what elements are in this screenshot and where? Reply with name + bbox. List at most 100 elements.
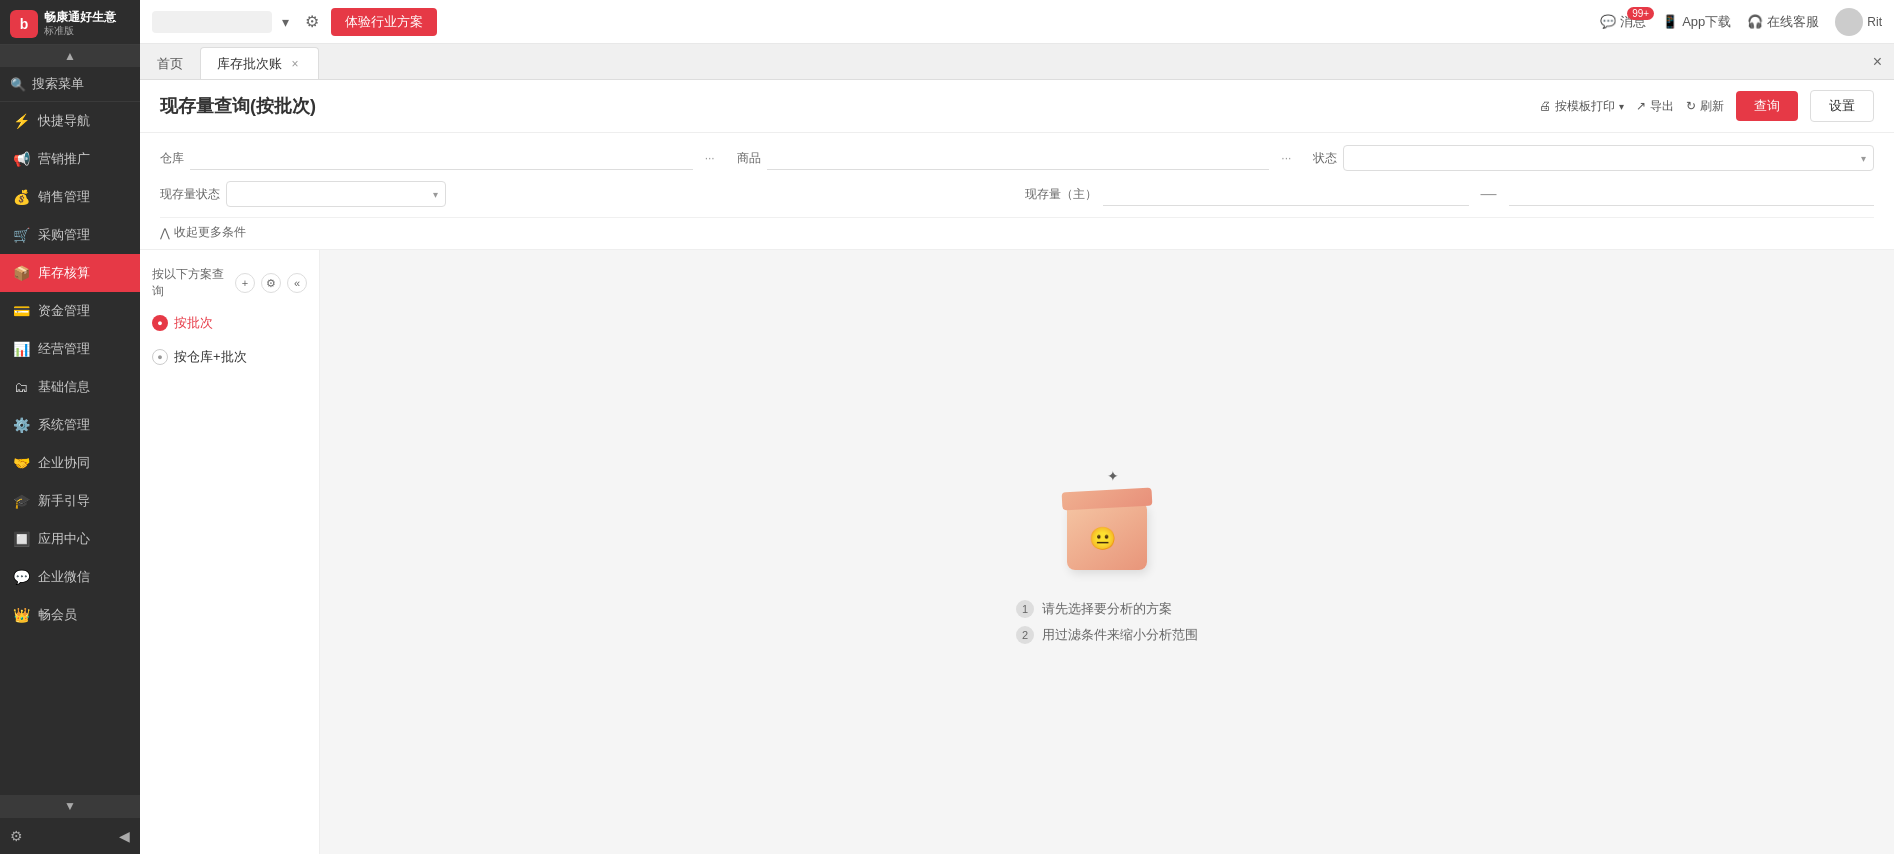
- sidebar-item-appstore[interactable]: 🔲 应用中心: [0, 520, 140, 558]
- sidebar-item-label-finance: 资金管理: [38, 302, 90, 320]
- marketing-icon: 📢: [12, 150, 30, 168]
- messages-btn[interactable]: 💬 消息 99+: [1600, 13, 1646, 31]
- inventory-qty-label: 现存量（主）: [1025, 186, 1097, 203]
- finance-icon: 💳: [12, 302, 30, 320]
- warehouse-input[interactable]: [190, 147, 693, 170]
- user-avatar-area[interactable]: Rit: [1835, 8, 1882, 36]
- sidebar-item-system[interactable]: ⚙️ 系统管理: [0, 406, 140, 444]
- inv-status-select-wrapper: ▾: [226, 181, 446, 207]
- sidebar-item-inventory[interactable]: 📦 库存核算: [0, 254, 140, 292]
- status-label: 状态: [1313, 150, 1337, 167]
- sidebar-title-block: 畅康通好生意 标准版: [44, 10, 116, 38]
- breadcrumb-dropdown-btn[interactable]: ▾: [278, 12, 293, 32]
- sidebar-item-label-operation: 经营管理: [38, 340, 90, 358]
- inv-status-select[interactable]: [226, 181, 446, 207]
- goods-label: 商品: [737, 150, 761, 167]
- body-area: 按以下方案查询 + ⚙ « ● 按批次 ● 按仓库+批次: [140, 250, 1894, 854]
- scheme-label-by-batch: 按批次: [174, 314, 213, 332]
- export-btn[interactable]: ↗ 导出: [1636, 98, 1674, 115]
- scheme-item-by-batch[interactable]: ● 按批次: [140, 306, 319, 340]
- tab-close-btn[interactable]: ×: [288, 57, 302, 71]
- sidebar-item-member[interactable]: 👑 畅会员: [0, 596, 140, 634]
- online-service-btn[interactable]: 🎧 在线客服: [1747, 13, 1819, 31]
- settings-btn[interactable]: 设置: [1810, 90, 1874, 122]
- tip-num-2: 2: [1016, 626, 1034, 644]
- refresh-btn[interactable]: ↻ 刷新: [1686, 98, 1724, 115]
- tab-home[interactable]: 首页: [140, 47, 200, 79]
- search-icon: 🔍: [10, 77, 26, 92]
- sidebar-item-sales[interactable]: 💰 销售管理: [0, 178, 140, 216]
- inventory-qty-from[interactable]: [1103, 183, 1469, 206]
- scheme-list: ● 按批次 ● 按仓库+批次: [140, 306, 319, 374]
- sidebar-search-item[interactable]: 🔍 搜索菜单: [0, 67, 140, 102]
- sidebar-item-basic[interactable]: 🗂 基础信息: [0, 368, 140, 406]
- status-select[interactable]: [1343, 145, 1874, 171]
- sidebar-item-label-purchase: 采购管理: [38, 226, 90, 244]
- add-scheme-btn[interactable]: +: [235, 273, 255, 293]
- sidebar-item-label-member: 畅会员: [38, 606, 77, 624]
- appstore-icon: 🔲: [12, 530, 30, 548]
- content-area: 现存量查询(按批次) 🖨 按模板打印 ▾ ↗ 导出 ↻ 刷新 查询 设置: [140, 80, 1894, 854]
- sidebar-item-quick-nav[interactable]: ⚡ 快捷导航: [0, 102, 140, 140]
- trial-industry-btn[interactable]: 体验行业方案: [331, 8, 437, 36]
- sidebar-item-finance[interactable]: 💳 资金管理: [0, 292, 140, 330]
- sidebar: b 畅康通好生意 标准版 ▲ 🔍 搜索菜单 ⚡ 快捷导航 📢 营销推广 💰 销售…: [0, 0, 140, 854]
- sidebar-item-newbie[interactable]: 🎓 新手引导: [0, 482, 140, 520]
- goods-input[interactable]: [767, 147, 1270, 170]
- export-icon: ↗: [1636, 99, 1646, 113]
- collapse-btn[interactable]: ⋀ 收起更多条件: [160, 224, 246, 241]
- sidebar-scroll-up[interactable]: ▲: [0, 45, 140, 67]
- collapse-up-icon: ⋀: [160, 226, 170, 240]
- right-content: 😐 ✦ 1 请先选择要分析的方案 2 用过滤条件来缩小分析范围: [320, 250, 1894, 854]
- sidebar-item-label-system: 系统管理: [38, 416, 90, 434]
- sidebar-scroll-down[interactable]: ▼: [0, 795, 140, 817]
- page-close-btn[interactable]: ×: [1873, 53, 1882, 71]
- topbar-left: ▾ ⚙ 体验行业方案: [152, 8, 1592, 36]
- warehouse-label: 仓库: [160, 150, 184, 167]
- refresh-label: 刷新: [1700, 98, 1724, 115]
- sidebar-item-purchase[interactable]: 🛒 采购管理: [0, 216, 140, 254]
- app-download-btn[interactable]: 📱 App下载: [1662, 13, 1731, 31]
- tab-inventory-batch-label: 库存批次账: [217, 55, 282, 73]
- collapse-label: 收起更多条件: [174, 224, 246, 241]
- company-name: 畅康通好生意: [44, 10, 116, 24]
- goods-more-btn[interactable]: ···: [1275, 149, 1297, 167]
- quick-nav-icon: ⚡: [12, 112, 30, 130]
- status-select-wrapper: ▾: [1343, 145, 1874, 171]
- inventory-qty-to[interactable]: [1509, 183, 1875, 206]
- scheme-label-by-warehouse-batch: 按仓库+批次: [174, 348, 247, 366]
- topbar: ▾ ⚙ 体验行业方案 💬 消息 99+ 📱 App下载 🎧 在线客服 Rit: [140, 0, 1894, 44]
- inventory-status-label: 现存量状态: [160, 186, 220, 203]
- sidebar-item-label-newbie: 新手引导: [38, 492, 90, 510]
- sidebar-item-operation[interactable]: 📊 经营管理: [0, 330, 140, 368]
- tab-home-label: 首页: [157, 55, 183, 73]
- inventory-qty-dash: —: [1475, 185, 1503, 203]
- print-dropdown-icon: ▾: [1619, 101, 1624, 112]
- sidebar-item-label-basic: 基础信息: [38, 378, 90, 396]
- page-title: 现存量查询(按批次): [160, 94, 316, 118]
- sidebar-item-marketing[interactable]: 📢 营销推广: [0, 140, 140, 178]
- topbar-gear-btn[interactable]: ⚙: [299, 10, 325, 33]
- page-actions: 🖨 按模板打印 ▾ ↗ 导出 ↻ 刷新 查询 设置: [1539, 90, 1874, 122]
- panel-collapse-btn[interactable]: «: [287, 273, 307, 293]
- scheme-settings-btn[interactable]: ⚙: [261, 273, 281, 293]
- avatar: [1835, 8, 1863, 36]
- page-header: 现存量查询(按批次) 🖨 按模板打印 ▾ ↗ 导出 ↻ 刷新 查询 设置: [140, 80, 1894, 133]
- filter-row-1: 仓库 ··· 商品 ··· 状态 ▾: [160, 145, 1874, 171]
- sidebar-item-enterprise[interactable]: 🤝 企业协同: [0, 444, 140, 482]
- headset-icon: 🎧: [1747, 14, 1763, 29]
- print-template-btn[interactable]: 🖨 按模板打印 ▾: [1539, 98, 1624, 115]
- tab-inventory-batch[interactable]: 库存批次账 ×: [200, 47, 319, 79]
- warehouse-more-btn[interactable]: ···: [699, 149, 721, 167]
- sidebar-item-label-quick-nav: 快捷导航: [38, 112, 90, 130]
- tabbar: 首页 库存批次账 × ×: [140, 44, 1894, 80]
- sidebar-item-wechat[interactable]: 💬 企业微信: [0, 558, 140, 596]
- message-icon: 💬: [1600, 14, 1616, 29]
- query-btn[interactable]: 查询: [1736, 91, 1798, 121]
- collapse-icon[interactable]: ◀: [119, 828, 130, 844]
- breadcrumb-input[interactable]: [152, 11, 272, 33]
- username-label: Rit: [1867, 15, 1882, 29]
- app-download-label: App下载: [1682, 13, 1731, 31]
- settings-icon[interactable]: ⚙: [10, 828, 23, 844]
- scheme-item-by-warehouse-batch[interactable]: ● 按仓库+批次: [140, 340, 319, 374]
